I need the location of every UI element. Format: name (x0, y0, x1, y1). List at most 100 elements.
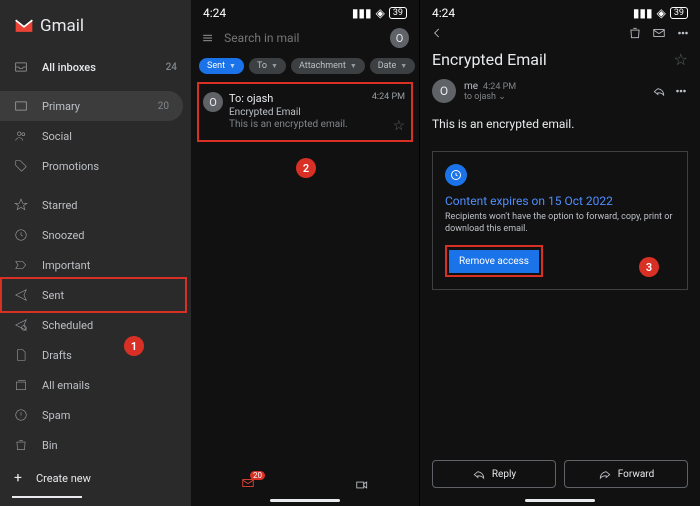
meet-tab[interactable] (355, 478, 369, 492)
sidebar-item-primary[interactable]: Primary 20 (0, 91, 183, 121)
email-list-item[interactable]: O To: ojash Encrypted Email This is an e… (197, 82, 413, 142)
status-time: 4:24 (203, 6, 226, 20)
search-bar: O (191, 22, 419, 58)
confid-text: Recipients won't have the option to forw… (445, 212, 675, 235)
battery-icon: 39 (670, 7, 688, 19)
plus-icon: + (14, 470, 22, 486)
sidebar-item-bin[interactable]: Bin (0, 430, 191, 460)
divider (12, 496, 82, 498)
menu-icon[interactable] (201, 31, 214, 45)
more-icon[interactable] (676, 26, 690, 40)
label: Important (42, 259, 90, 272)
reply-button[interactable]: Reply (432, 460, 556, 488)
sidebar-item-promotions[interactable]: Promotions (0, 151, 191, 181)
action-row: Reply Forward (432, 460, 688, 488)
email-list-pane: 4:24 ▮▮▮ ◈ 39 O Sent▼ To▼ Attachment▼ Da… (191, 0, 420, 506)
back-icon[interactable] (430, 26, 444, 40)
detail-toolbar (420, 22, 700, 44)
create-new-button[interactable]: + Create new (0, 460, 191, 496)
email-body: This is an encrypted email. (420, 103, 700, 145)
sender-row: O me 4:24 PM to ojash ⌄ (420, 79, 700, 103)
highlight: Remove access (445, 245, 543, 277)
inbox-icon (14, 99, 28, 113)
mail-count: 20 (250, 471, 265, 480)
label: Scheduled (42, 319, 93, 332)
chip-attachment[interactable]: Attachment▼ (291, 58, 365, 74)
sender-time: 4:24 PM (483, 82, 516, 92)
annotation-1: 1 (124, 336, 144, 356)
chevron-down-icon[interactable]: ⌄ (498, 92, 506, 102)
label: Primary (42, 100, 80, 113)
chip-date[interactable]: Date▼ (370, 58, 415, 74)
gmail-logo: Gmail (0, 8, 191, 52)
search-input[interactable] (224, 31, 380, 45)
gmail-icon (14, 18, 34, 34)
wifi-icon: ◈ (657, 6, 666, 20)
spam-icon (14, 408, 28, 422)
sidebar-item-all-inboxes[interactable]: All inboxes 24 (0, 52, 191, 82)
status-time: 4:24 (432, 6, 455, 20)
wifi-icon: ◈ (376, 6, 385, 20)
confid-title: Content expires on 15 Oct 2022 (445, 194, 675, 208)
chip-to[interactable]: To▼ (249, 58, 286, 74)
sidebar-item-scheduled[interactable]: Scheduled (0, 310, 191, 340)
count: 24 (166, 62, 177, 73)
confidential-panel: Content expires on 15 Oct 2022 Recipient… (432, 151, 688, 290)
label: Drafts (42, 349, 72, 362)
important-icon (14, 258, 28, 272)
clock-icon (14, 228, 28, 242)
trash-icon[interactable] (628, 26, 642, 40)
label: Reply (492, 469, 516, 480)
sidebar: Gmail All inboxes 24 Primary 20 Social P… (0, 0, 191, 506)
signal-icon: ▮▮▮ (352, 6, 372, 20)
mail-icon[interactable] (652, 26, 666, 40)
email-detail-pane: 4:24 ▮▮▮ ◈ 39 Encrypted Email ☆ O me 4:2… (420, 0, 700, 506)
email-time: 4:24 PM (372, 92, 405, 102)
mail-tab[interactable]: 20 (241, 475, 255, 494)
sidebar-item-drafts[interactable]: Drafts (0, 340, 191, 370)
chip-sent[interactable]: Sent▼ (199, 58, 244, 74)
sidebar-item-social[interactable]: Social (0, 121, 191, 151)
battery-icon: 39 (389, 7, 407, 19)
count: 20 (158, 101, 169, 112)
avatar[interactable]: O (390, 28, 409, 48)
star-icon[interactable]: ☆ (392, 118, 405, 134)
label: Forward (618, 469, 655, 480)
label: Starred (42, 199, 78, 212)
reply-icon[interactable] (652, 84, 666, 98)
sidebar-item-spam[interactable]: Spam (0, 400, 191, 430)
forward-icon (598, 467, 612, 481)
label: Spam (42, 409, 70, 422)
sidebar-item-snoozed[interactable]: Snoozed (0, 220, 191, 250)
tag-icon (14, 159, 28, 173)
sender-to: to ojash (464, 92, 496, 102)
label: Snoozed (42, 229, 84, 242)
sidebar-item-starred[interactable]: Starred (0, 190, 191, 220)
label: Sent (42, 289, 64, 302)
sidebar-item-all-emails[interactable]: All emails (0, 370, 191, 400)
draft-icon (14, 348, 28, 362)
more-icon[interactable] (674, 84, 688, 98)
annotation-2: 2 (296, 158, 316, 178)
home-indicator (270, 499, 340, 502)
sidebar-item-sent[interactable]: Sent (0, 280, 191, 310)
star-icon[interactable]: ☆ (674, 50, 688, 69)
detail-title-row: Encrypted Email ☆ (420, 44, 700, 79)
stack-icon (14, 378, 28, 392)
status-bar: 4:24 ▮▮▮ ◈ 39 (191, 0, 419, 22)
label: Create new (36, 472, 91, 485)
status-bar: 4:24 ▮▮▮ ◈ 39 (420, 0, 700, 22)
sidebar-item-important[interactable]: Important (0, 250, 191, 280)
sender-avatar: O (203, 92, 223, 112)
remove-access-button[interactable]: Remove access (449, 250, 539, 273)
inbox-icon (14, 60, 28, 74)
star-icon (14, 198, 28, 212)
highlight (0, 277, 187, 313)
signal-icon: ▮▮▮ (633, 6, 653, 20)
send-icon (14, 288, 28, 302)
trash-icon (14, 438, 28, 452)
email-preview: This is an encrypted email. (229, 119, 403, 130)
forward-button[interactable]: Forward (564, 460, 688, 488)
logo-text: Gmail (40, 16, 84, 36)
label: Bin (42, 439, 58, 452)
